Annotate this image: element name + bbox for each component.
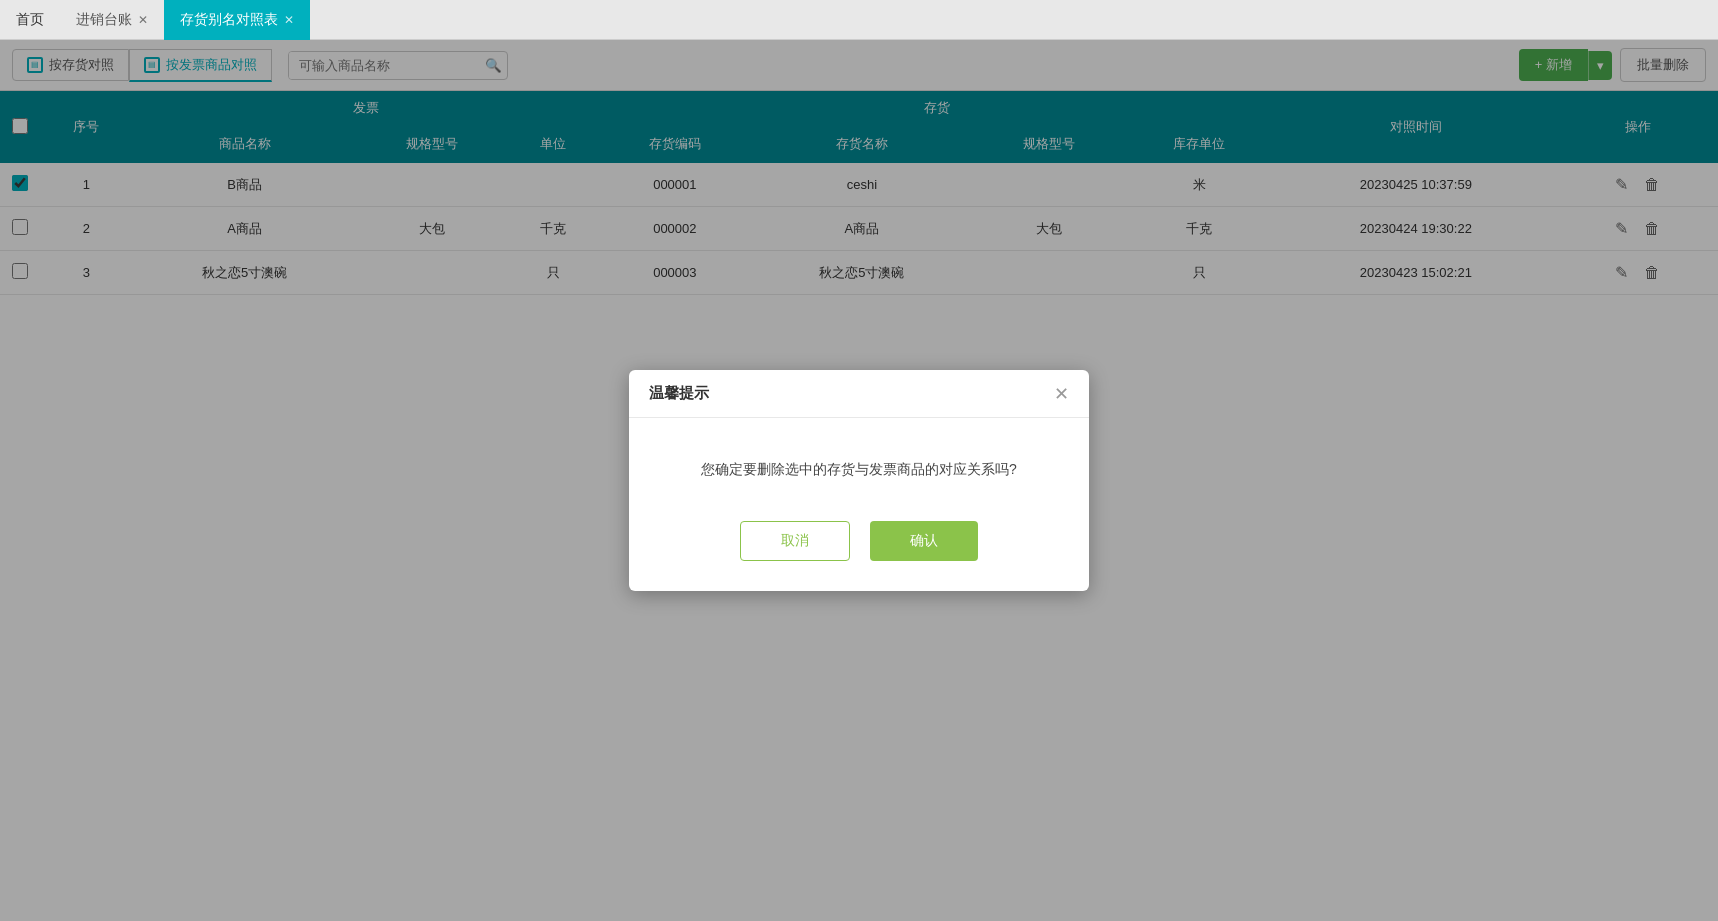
dialog-footer: 取消 确认 <box>629 511 1089 591</box>
tab-inventory-alias-close[interactable]: ✕ <box>284 13 294 27</box>
dialog-title: 温馨提示 <box>649 384 709 403</box>
dialog-close-button[interactable]: ✕ <box>1054 385 1069 403</box>
dialog-body: 您确定要删除选中的存货与发票商品的对应关系吗? <box>629 418 1089 510</box>
modal-overlay: 温馨提示 ✕ 您确定要删除选中的存货与发票商品的对应关系吗? 取消 确认 <box>0 40 1718 921</box>
tab-ledger-label: 进销台账 <box>76 11 132 29</box>
tab-home-label: 首页 <box>16 11 44 29</box>
tab-inventory-alias-label: 存货别名对照表 <box>180 11 278 29</box>
tab-bar: 首页 进销台账 ✕ 存货别名对照表 ✕ <box>0 0 1718 40</box>
main-content: ▤ 按存货对照 ▤ 按发票商品对照 🔍 + 新增 ▾ 批量删除 <box>0 40 1718 921</box>
dialog-message: 您确定要删除选中的存货与发票商品的对应关系吗? <box>701 461 1017 477</box>
tab-home[interactable]: 首页 <box>0 0 60 40</box>
tab-inventory-alias[interactable]: 存货别名对照表 ✕ <box>164 0 310 40</box>
tab-ledger[interactable]: 进销台账 ✕ <box>60 0 164 40</box>
confirm-dialog: 温馨提示 ✕ 您确定要删除选中的存货与发票商品的对应关系吗? 取消 确认 <box>629 370 1089 590</box>
tab-ledger-close[interactable]: ✕ <box>138 13 148 27</box>
cancel-button[interactable]: 取消 <box>740 521 850 561</box>
dialog-header: 温馨提示 ✕ <box>629 370 1089 418</box>
confirm-button[interactable]: 确认 <box>870 521 978 561</box>
